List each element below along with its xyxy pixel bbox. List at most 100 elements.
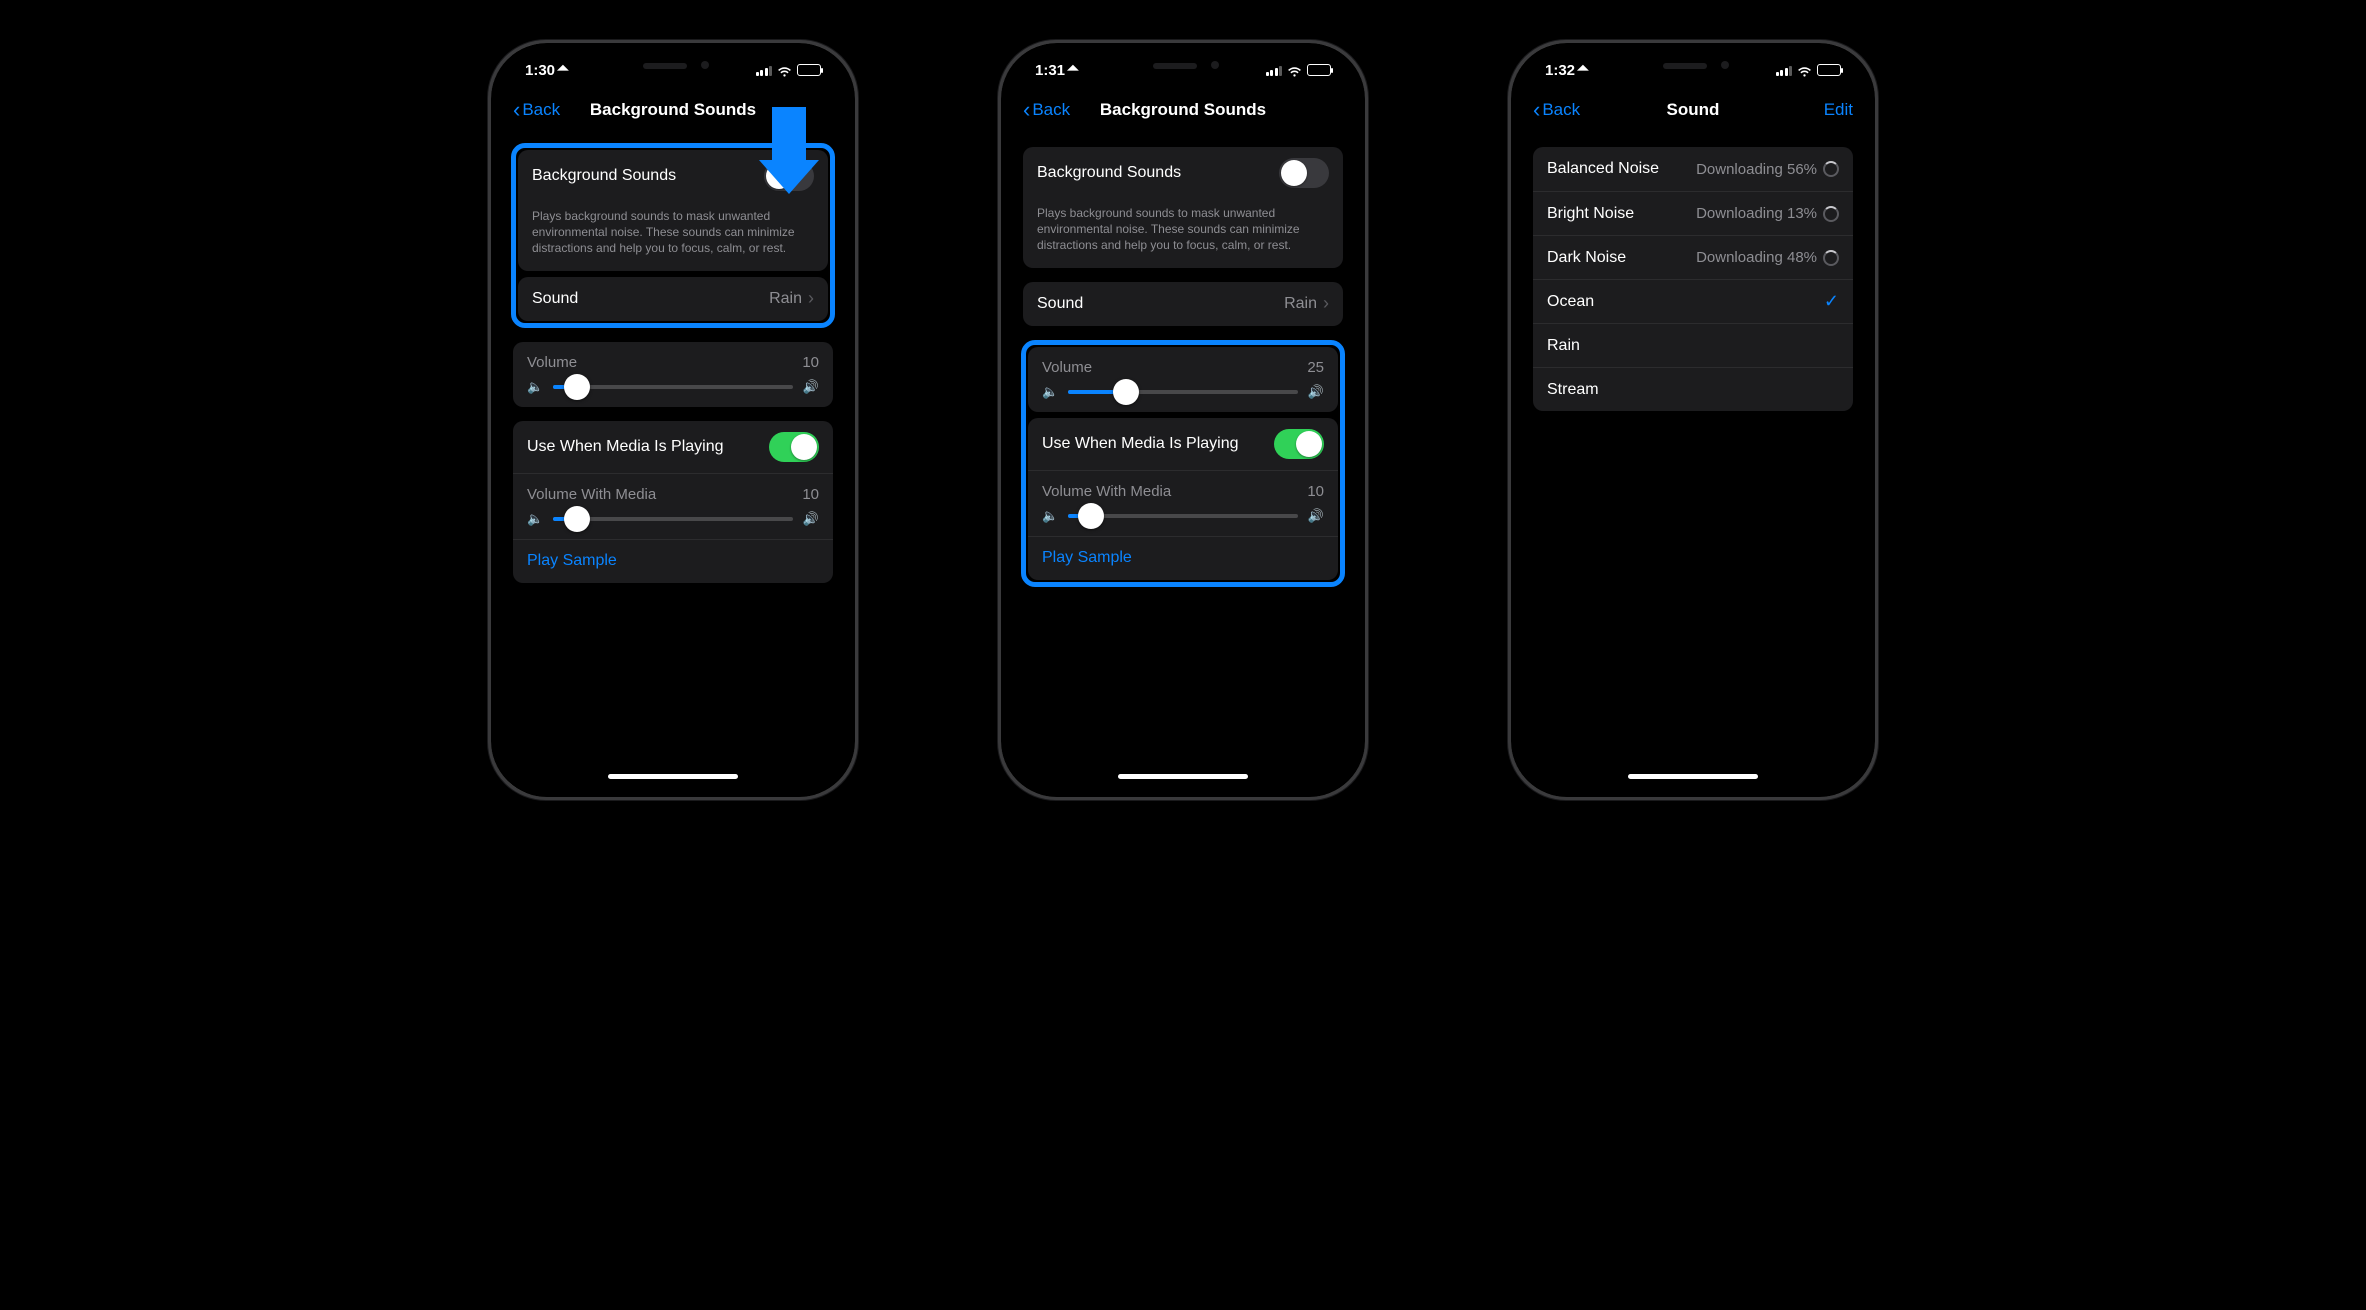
- edit-button[interactable]: Edit: [1824, 100, 1853, 120]
- volume-value: 25: [1307, 359, 1324, 376]
- use-when-media-label: Use When Media Is Playing: [527, 438, 724, 456]
- volume-max-icon: 🔊: [803, 379, 819, 395]
- notch: [1613, 53, 1773, 81]
- status-bar: 1:31◤: [1011, 53, 1355, 87]
- page-title: Sound: [1667, 100, 1720, 120]
- volume-min-icon: 🔈: [527, 379, 543, 395]
- status-bar: 1:32◤: [1521, 53, 1865, 87]
- chevron-left-icon: ‹: [513, 99, 520, 121]
- spinner-icon: [1823, 250, 1839, 266]
- sound-list-group: Balanced Noise Downloading 56% Bright No…: [1533, 147, 1853, 411]
- annotation-highlight-bottom: Volume 25 🔈 🔊: [1021, 340, 1345, 587]
- sound-option-stream[interactable]: Stream: [1533, 367, 1853, 411]
- volume-value: 10: [802, 354, 819, 371]
- sound-row[interactable]: Sound Rain ›: [518, 277, 828, 321]
- sound-value: Rain: [1284, 295, 1317, 313]
- status-time: 1:32: [1545, 62, 1575, 79]
- home-indicator[interactable]: [608, 774, 738, 779]
- sound-row[interactable]: Sound Rain ›: [1023, 282, 1343, 326]
- wifi-icon: [777, 65, 792, 76]
- back-button[interactable]: ‹ Back: [1023, 99, 1070, 121]
- notch: [1103, 53, 1263, 81]
- sound-option-dark-noise[interactable]: Dark Noise Downloading 48%: [1533, 235, 1853, 279]
- volume-with-media-label: Volume With Media: [527, 486, 656, 503]
- volume-with-media-row: Volume With Media 10 🔈 🔊: [513, 473, 833, 539]
- background-sounds-toggle-row[interactable]: Background Sounds: [1023, 147, 1343, 199]
- chevron-left-icon: ‹: [1533, 99, 1540, 121]
- sound-option-ocean[interactable]: Ocean ✓: [1533, 279, 1853, 323]
- volume-max-icon: 🔊: [1308, 384, 1324, 400]
- background-sounds-label: Background Sounds: [1037, 164, 1181, 182]
- volume-group: Volume 10 🔈 🔊: [513, 342, 833, 407]
- cellular-icon: [1776, 65, 1793, 76]
- chevron-right-icon: ›: [808, 288, 814, 309]
- sound-option-balanced-noise[interactable]: Balanced Noise Downloading 56%: [1533, 147, 1853, 191]
- volume-min-icon: 🔈: [1042, 384, 1058, 400]
- screen-3: 1:32◤ ‹ Back Sound Edit Balanced Noise D…: [1521, 53, 1865, 787]
- background-sounds-footer: Plays background sounds to mask unwanted…: [518, 202, 828, 271]
- volume-with-media-row: Volume With Media 10 🔈 🔊: [1028, 470, 1338, 536]
- volume-with-media-slider[interactable]: [553, 517, 793, 521]
- background-sounds-group: Background Sounds Plays background sound…: [1023, 147, 1343, 268]
- status-bar: 1:30◤: [501, 53, 845, 87]
- sound-option-rain[interactable]: Rain: [1533, 323, 1853, 367]
- home-indicator[interactable]: [1118, 774, 1248, 779]
- use-when-media-toggle[interactable]: [769, 432, 819, 462]
- home-indicator[interactable]: [1628, 774, 1758, 779]
- play-sample-button[interactable]: Play Sample: [513, 539, 833, 583]
- volume-with-media-label: Volume With Media: [1042, 483, 1171, 500]
- screen-1: 1:30◤ ‹ Back Background Sounds: [501, 53, 845, 787]
- chevron-left-icon: ‹: [1023, 99, 1030, 121]
- wifi-icon: [1287, 65, 1302, 76]
- sound-group: Sound Rain ›: [1023, 282, 1343, 326]
- phone-frame-1: 1:30◤ ‹ Back Background Sounds: [488, 40, 858, 800]
- battery-icon: [1307, 64, 1331, 76]
- spinner-icon: [1823, 161, 1839, 177]
- use-when-media-row[interactable]: Use When Media Is Playing: [513, 421, 833, 473]
- page-title: Background Sounds: [590, 100, 756, 120]
- back-button[interactable]: ‹ Back: [513, 99, 560, 121]
- background-sounds-toggle[interactable]: [1279, 158, 1329, 188]
- volume-max-icon: 🔊: [1308, 508, 1324, 524]
- wifi-icon: [1797, 65, 1812, 76]
- nav-bar: ‹ Back Sound Edit: [1521, 87, 1865, 133]
- chevron-right-icon: ›: [1323, 293, 1329, 314]
- location-icon: ◤: [556, 63, 569, 76]
- cellular-icon: [1266, 65, 1283, 76]
- back-button[interactable]: ‹ Back: [1533, 99, 1580, 121]
- status-time: 1:31: [1035, 62, 1065, 79]
- use-when-media-label: Use When Media Is Playing: [1042, 435, 1239, 453]
- volume-with-media-slider[interactable]: [1068, 514, 1298, 518]
- sound-label: Sound: [1037, 295, 1083, 313]
- location-icon: ◤: [1576, 63, 1589, 76]
- battery-icon: [1817, 64, 1841, 76]
- screen-2: 1:31◤ ‹ Back Background Sounds Backgroun…: [1011, 53, 1355, 787]
- cellular-icon: [756, 65, 773, 76]
- sound-option-bright-noise[interactable]: Bright Noise Downloading 13%: [1533, 191, 1853, 235]
- use-when-media-row[interactable]: Use When Media Is Playing: [1028, 418, 1338, 470]
- notch: [593, 53, 753, 81]
- nav-bar: ‹ Back Background Sounds: [1011, 87, 1355, 133]
- volume-row: Volume 10 🔈 🔊: [513, 342, 833, 407]
- volume-with-media-value: 10: [802, 486, 819, 503]
- volume-slider[interactable]: [553, 385, 793, 389]
- volume-label: Volume: [1042, 359, 1092, 376]
- annotation-arrow-icon: [759, 107, 819, 194]
- status-time: 1:30: [525, 62, 555, 79]
- page-title: Background Sounds: [1100, 100, 1266, 120]
- volume-slider[interactable]: [1068, 390, 1298, 394]
- background-sounds-footer: Plays background sounds to mask unwanted…: [1023, 199, 1343, 268]
- media-group: Use When Media Is Playing Volume With Me…: [1028, 418, 1338, 580]
- volume-group: Volume 25 🔈 🔊: [1028, 347, 1338, 412]
- battery-icon: [797, 64, 821, 76]
- sound-value: Rain: [769, 290, 802, 308]
- use-when-media-toggle[interactable]: [1274, 429, 1324, 459]
- location-icon: ◤: [1066, 63, 1079, 76]
- background-sounds-label: Background Sounds: [532, 167, 676, 185]
- volume-label: Volume: [527, 354, 577, 371]
- volume-min-icon: 🔈: [527, 511, 543, 527]
- sound-group: Sound Rain ›: [518, 277, 828, 321]
- play-sample-button[interactable]: Play Sample: [1028, 536, 1338, 580]
- volume-with-media-value: 10: [1307, 483, 1324, 500]
- volume-max-icon: 🔊: [803, 511, 819, 527]
